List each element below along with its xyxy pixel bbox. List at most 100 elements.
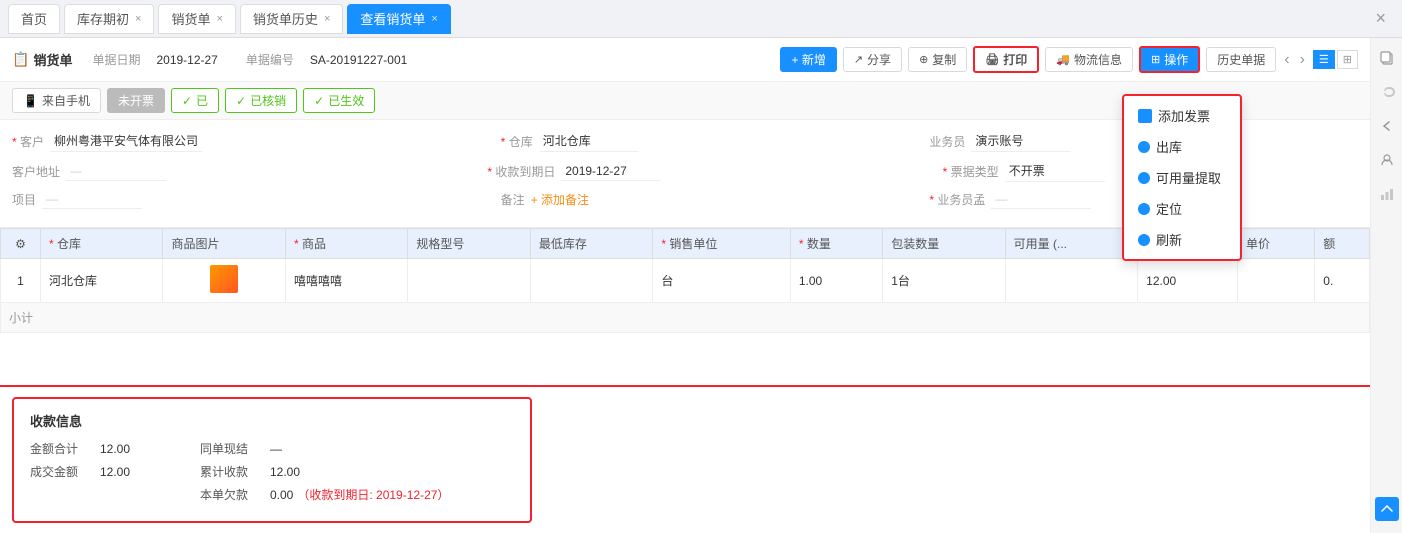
subtotal-label: 小计: [1, 303, 1370, 333]
number-label: 单据编号: [246, 51, 294, 68]
effective-icon: ✓: [314, 94, 324, 108]
sidebar-icon-back[interactable]: [1375, 114, 1399, 138]
locate-icon: [1138, 203, 1150, 215]
copy-button[interactable]: ⊕ 复制: [908, 47, 967, 72]
operation-icon: ⊞: [1151, 53, 1160, 66]
dropdown-add-invoice[interactable]: 添加发票: [1124, 100, 1240, 131]
warehouse-label: * 仓库: [501, 133, 533, 150]
table-row[interactable]: 1 河北仓库 嘻嘻嘻嘻 台 1.00 1台 12.00: [1, 259, 1370, 303]
print-button[interactable]: 🖨 打印: [973, 46, 1039, 73]
view-list-button[interactable]: ☰: [1313, 50, 1335, 69]
payment-date-field: * 收款到期日 2019-12-27: [487, 162, 902, 181]
from-phone-button[interactable]: 📱 来自手机: [12, 88, 101, 113]
tab-sales-history[interactable]: 销货单历史 ×: [240, 4, 343, 34]
col-pack-qty: 包装数量: [883, 229, 1005, 259]
dropdown-locate[interactable]: 定位: [1124, 193, 1240, 224]
cancel-button[interactable]: ✓ 已核销: [225, 88, 297, 113]
tab-sales-order[interactable]: 销货单 ×: [158, 4, 235, 34]
nav-next-button[interactable]: ›: [1298, 51, 1307, 69]
add-note-button[interactable]: 添加备注: [531, 191, 589, 208]
cell-warehouse: 河北仓库: [41, 259, 163, 303]
ticket-type-label: * 票据类型: [943, 163, 999, 180]
cell-amount: 0.: [1315, 259, 1370, 303]
address-value: —: [66, 162, 166, 181]
number-value: SA-20191227-001: [310, 53, 407, 67]
col-product-image: 商品图片: [163, 229, 285, 259]
document-actions: + 新增 ↗ 分享 ⊕ 复制 🖨 打印 🚚 物流信息: [780, 46, 1358, 73]
payment-row-owed: 占位 0 本单欠款 0.00 （收款到期日: 2019-12-27）: [30, 486, 514, 503]
tab-view-sales[interactable]: 查看销货单 ×: [347, 4, 450, 34]
dropdown-available-qty[interactable]: 可用量提取: [1124, 162, 1240, 193]
copy-icon: ⊕: [919, 53, 928, 66]
staff2-value: —: [991, 190, 1091, 209]
check-mark: ✓: [182, 94, 192, 108]
col-settings[interactable]: ⚙: [1, 229, 41, 259]
history-button[interactable]: 历史单据: [1206, 47, 1276, 72]
tab-inventory-init[interactable]: 库存期初 ×: [64, 4, 154, 34]
product-thumbnail: [210, 265, 238, 293]
col-amount: 额: [1315, 229, 1370, 259]
view-grid-button[interactable]: ⊞: [1337, 50, 1358, 69]
sidebar-icon-expand[interactable]: [1375, 497, 1399, 521]
new-button[interactable]: + 新增: [780, 47, 836, 72]
nav-prev-button[interactable]: ‹: [1282, 51, 1291, 69]
tab-sales-history-close[interactable]: ×: [324, 13, 330, 25]
payment-date-label: * 收款到期日: [487, 163, 555, 180]
right-sidebar: [1370, 38, 1402, 533]
project-field: 项目 —: [12, 190, 441, 209]
customer-value: 柳州粤港平安气体有限公司: [50, 130, 202, 152]
dropdown-refresh[interactable]: 刷新: [1124, 224, 1240, 255]
not-open-button[interactable]: 未开票: [107, 88, 165, 113]
sales-order-icon: 📋: [12, 51, 29, 68]
print-icon: 🖨: [985, 53, 999, 66]
bottom-panel: 收款信息 金额合计 12.00 同单现结 — 成交金额 12.00 累计收款 1…: [0, 385, 1370, 533]
project-label: 项目: [12, 191, 36, 208]
cell-spec: [408, 259, 530, 303]
total-label: 金额合计: [30, 440, 100, 457]
staff-value: 演示账号: [971, 130, 1071, 152]
date-label: 单据日期: [92, 51, 140, 68]
payment-info-panel: 收款信息 金额合计 12.00 同单现结 — 成交金额 12.00 累计收款 1…: [12, 397, 532, 523]
staff-label: 业务员: [929, 133, 965, 150]
total-value: 12.00: [100, 442, 160, 456]
document-header: 📋 销货单 单据日期 2019-12-27 单据编号 SA-20191227-0…: [0, 38, 1370, 82]
refresh-icon: [1138, 234, 1150, 246]
tab-view-sales-close[interactable]: ×: [431, 13, 437, 25]
logistics-button[interactable]: 🚚 物流信息: [1045, 47, 1133, 72]
tab-sales-order-close[interactable]: ×: [216, 13, 222, 25]
tab-bar: 首页 库存期初 × 销货单 × 销货单历史 × 查看销货单 × ×: [0, 0, 1402, 38]
share-button[interactable]: ↗ 分享: [843, 47, 902, 72]
effective-button[interactable]: ✓ 已生效: [303, 88, 375, 113]
tab-home[interactable]: 首页: [8, 4, 60, 34]
cell-min-stock: [530, 259, 652, 303]
tab-inventory-init-close[interactable]: ×: [135, 13, 141, 25]
sidebar-icon-link[interactable]: [1375, 80, 1399, 104]
transaction-value: 12.00: [100, 465, 160, 479]
available-qty-icon: [1138, 172, 1150, 184]
col-spec: 规格型号: [408, 229, 530, 259]
close-all-tabs[interactable]: ×: [1367, 8, 1394, 29]
share-icon: ↗: [854, 53, 863, 66]
sidebar-icon-copy[interactable]: [1375, 46, 1399, 70]
operation-button[interactable]: ⊞ 操作: [1139, 46, 1200, 73]
date-value: 2019-12-27: [156, 53, 217, 67]
same-order-value: —: [270, 442, 282, 456]
sidebar-icon-user[interactable]: [1375, 148, 1399, 172]
owed-value: 0.00: [270, 488, 293, 502]
note-field: 备注 添加备注: [501, 191, 930, 208]
view-toggle: ☰ ⊞: [1313, 50, 1358, 69]
logistics-icon: 🚚: [1056, 53, 1070, 66]
sidebar-icon-chart[interactable]: [1375, 182, 1399, 206]
cell-row-num: 1: [1, 259, 41, 303]
cumulative-label: 累计收款: [200, 463, 270, 480]
address-label: 客户地址: [12, 163, 60, 180]
dropdown-out-warehouse[interactable]: 出库: [1124, 131, 1240, 162]
cell-available: [1005, 259, 1138, 303]
col-unit-price: 单价: [1238, 229, 1315, 259]
out-warehouse-icon: [1138, 141, 1150, 153]
payment-row-total: 金额合计 12.00 同单现结 —: [30, 440, 514, 457]
cancel-icon: ✓: [236, 94, 246, 108]
check-icon-button[interactable]: ✓ 已: [171, 88, 219, 113]
customer-label: * 客户: [12, 133, 44, 150]
subtotal-row: 小计: [1, 303, 1370, 333]
